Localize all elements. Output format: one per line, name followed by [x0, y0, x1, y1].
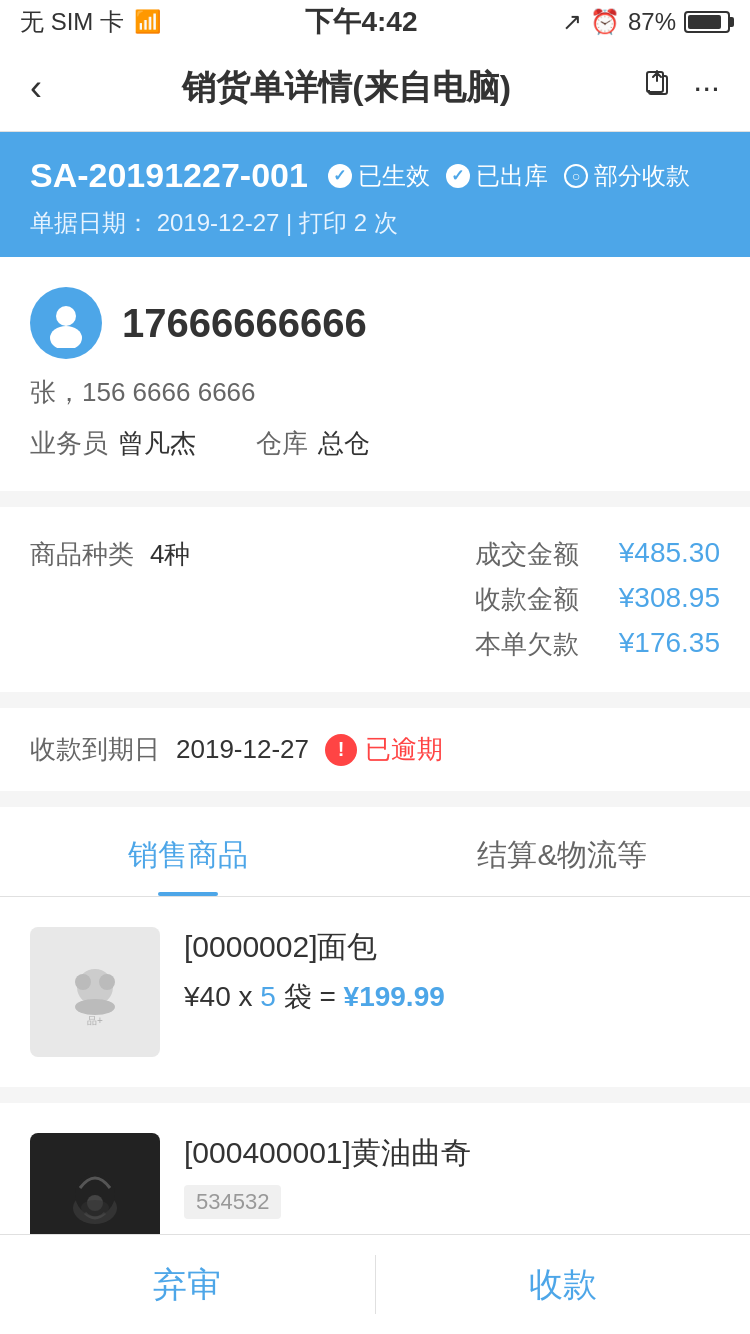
overdue-badge: ! 已逾期 — [325, 732, 443, 767]
kinds-row: 商品种类 4种 — [30, 537, 190, 572]
summary-right: 成交金额 ¥485.30 收款金额 ¥308.95 本单欠款 ¥176.35 — [475, 537, 720, 662]
print-count-val: 2 — [354, 209, 367, 236]
battery-fill — [688, 15, 721, 29]
nav-bar: ‹ 销货单详情(来自电脑) ··· — [0, 44, 750, 132]
time-display: 下午4:42 — [305, 3, 417, 41]
share-icon[interactable] — [641, 68, 673, 108]
status-partial: ○ 部分收款 — [564, 160, 690, 192]
kinds-label: 商品种类 — [30, 537, 134, 572]
location-icon: ↗ — [562, 8, 582, 36]
amount-value: ¥485.30 — [619, 537, 720, 572]
alarm-icon: ⏰ — [590, 8, 620, 36]
banner-row2: 单据日期： 2019-12-27 | 打印 2 次 — [30, 207, 720, 239]
tab-settlement[interactable]: 结算&物流等 — [375, 807, 750, 896]
overdue-text: 已逾期 — [365, 732, 443, 767]
print-unit-val: 次 — [374, 209, 398, 236]
back-button[interactable]: ‹ — [20, 57, 52, 119]
received-value: ¥308.95 — [619, 582, 720, 617]
confirm-button[interactable]: 收款 — [376, 1235, 751, 1334]
salesperson-item: 业务员 曾凡杰 — [30, 426, 196, 461]
wifi-icon: 📶 — [134, 9, 161, 35]
customer-row: 17666666666 — [30, 287, 720, 359]
product-image-1: 品+ — [30, 927, 160, 1057]
debt-value: ¥176.35 — [619, 627, 720, 662]
product-qty-1: 5 — [260, 981, 276, 1012]
clock-icon: ○ — [564, 164, 588, 188]
status-shipped-label: 已出库 — [476, 160, 548, 192]
customer-section: 17666666666 张，156 6666 6666 业务员 曾凡杰 仓库 总… — [0, 257, 750, 491]
amount-label: 成交金额 — [475, 537, 579, 572]
product-price-1: ¥40 x 5 袋 = ¥199.99 — [184, 978, 720, 1016]
customer-meta: 业务员 曾凡杰 仓库 总仓 — [30, 426, 720, 461]
banner-row1: SA-20191227-001 ✓ 已生效 ✓ 已出库 ○ 部分收款 — [30, 156, 720, 195]
svg-point-1 — [56, 306, 76, 326]
debt-label: 本单欠款 — [475, 627, 579, 662]
status-badges: ✓ 已生效 ✓ 已出库 ○ 部分收款 — [328, 160, 690, 192]
battery-text: 87% — [628, 8, 676, 36]
warehouse-label: 仓库 — [256, 426, 308, 461]
cancel-button[interactable]: 弃审 — [0, 1235, 375, 1334]
status-left: 无 SIM 卡 📶 — [20, 6, 161, 38]
avatar — [30, 287, 102, 359]
check-icon-2: ✓ — [446, 164, 470, 188]
product-name-2: [000400001]黄油曲奇 — [184, 1133, 720, 1174]
tabs: 销售商品 结算&物流等 — [0, 807, 750, 896]
nav-actions: ··· — [641, 68, 720, 108]
svg-point-11 — [81, 1200, 109, 1216]
list-item: 品+ [0000002]面包 ¥40 x 5 袋 = ¥199.99 — [0, 897, 750, 1087]
salesperson-label: 业务员 — [30, 426, 108, 461]
order-id: SA-20191227-001 — [30, 156, 308, 195]
svg-point-6 — [75, 999, 115, 1015]
warehouse-value: 总仓 — [318, 426, 370, 461]
print-separator: | — [286, 209, 299, 236]
summary-grid: 商品种类 4种 成交金额 ¥485.30 收款金额 ¥308.95 本单欠款 ¥… — [30, 537, 720, 662]
order-date: 2019-12-27 — [157, 209, 280, 236]
received-row: 收款金额 ¥308.95 — [475, 582, 720, 617]
svg-point-2 — [50, 326, 82, 348]
page-title: 销货单详情(来自电脑) — [52, 65, 641, 111]
battery-bar — [684, 11, 730, 33]
status-bar: 无 SIM 卡 📶 下午4:42 ↗ ⏰ 87% — [0, 0, 750, 44]
product-info-1: [0000002]面包 ¥40 x 5 袋 = ¥199.99 — [184, 927, 720, 1016]
bottom-bar: 弃审 收款 — [0, 1234, 750, 1334]
check-icon: ✓ — [328, 164, 352, 188]
customer-id: 17666666666 — [122, 301, 367, 346]
due-date: 2019-12-27 — [176, 734, 309, 765]
debt-row: 本单欠款 ¥176.35 — [475, 627, 720, 662]
amount-row: 成交金额 ¥485.30 — [475, 537, 720, 572]
customer-contact: 张，156 6666 6666 — [30, 375, 720, 410]
product-name-1: [0000002]面包 — [184, 927, 720, 968]
date-label: 单据日期： — [30, 209, 150, 236]
kinds-value: 4种 — [150, 537, 190, 572]
due-section: 收款到期日 2019-12-27 ! 已逾期 — [0, 708, 750, 791]
svg-point-4 — [75, 974, 91, 990]
product-batch-2: 534532 — [184, 1185, 281, 1219]
carrier-text: 无 SIM 卡 — [20, 6, 124, 38]
overdue-icon: ! — [325, 734, 357, 766]
due-label: 收款到期日 — [30, 732, 160, 767]
summary-section: 商品种类 4种 成交金额 ¥485.30 收款金额 ¥308.95 本单欠款 ¥… — [0, 507, 750, 692]
tabs-section: 销售商品 结算&物流等 — [0, 807, 750, 897]
svg-text:品+: 品+ — [87, 1015, 103, 1026]
status-effective-label: 已生效 — [358, 160, 430, 192]
status-shipped: ✓ 已出库 — [446, 160, 548, 192]
summary-left: 商品种类 4种 — [30, 537, 190, 572]
status-effective: ✓ 已生效 — [328, 160, 430, 192]
received-label: 收款金额 — [475, 582, 579, 617]
status-partial-label: 部分收款 — [594, 160, 690, 192]
header-banner: SA-20191227-001 ✓ 已生效 ✓ 已出库 ○ 部分收款 单据日期：… — [0, 132, 750, 257]
product-total-1: ¥199.99 — [344, 981, 445, 1012]
more-icon[interactable]: ··· — [693, 69, 720, 106]
tab-sales-products[interactable]: 销售商品 — [0, 807, 375, 896]
svg-point-5 — [99, 974, 115, 990]
salesperson-value: 曾凡杰 — [118, 426, 196, 461]
warehouse-item: 仓库 总仓 — [256, 426, 370, 461]
print-label: 打印 — [299, 209, 347, 236]
status-right: ↗ ⏰ 87% — [562, 8, 730, 36]
